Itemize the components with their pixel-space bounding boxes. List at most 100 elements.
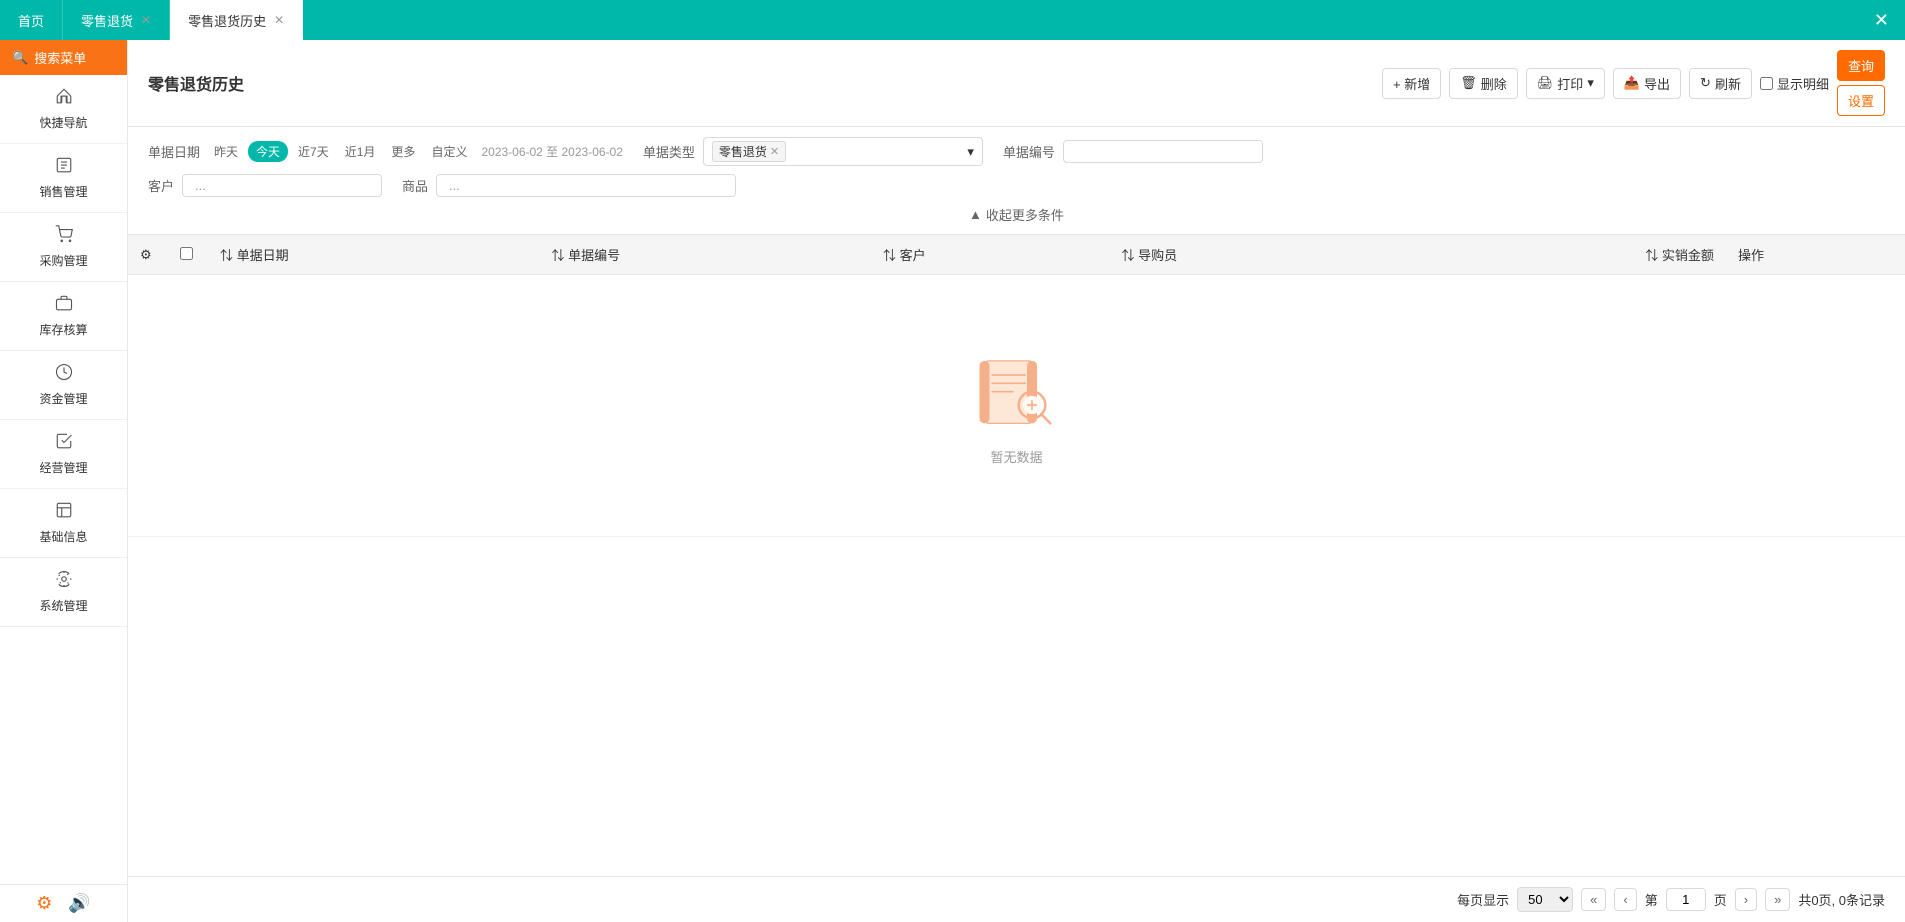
sidebar-item-label: 销售管理 xyxy=(39,183,87,200)
first-page-btn[interactable]: « xyxy=(1581,888,1606,911)
collapse-btn[interactable]: ▲ 收起更多条件 xyxy=(969,205,1064,224)
display-detail-toggle[interactable]: 显示明细 xyxy=(1760,74,1829,93)
refresh-btn[interactable]: ↻ 刷新 xyxy=(1689,68,1752,99)
goods-input[interactable]: ... xyxy=(436,174,736,197)
sidebar-item-label: 快捷导航 xyxy=(39,114,87,131)
stock-icon xyxy=(55,294,73,317)
customer-input[interactable]: ... xyxy=(182,174,382,197)
type-tag-label: 零售退货 xyxy=(719,143,767,160)
top-nav: 首页 零售退货 ✕ 零售退货历史 ✕ ✕ xyxy=(0,0,1905,40)
sidebar-item-operation[interactable]: 经营管理 xyxy=(0,420,127,489)
next-page-btn[interactable]: › xyxy=(1735,888,1757,911)
setting-btn[interactable]: 设置 xyxy=(1837,85,1885,116)
page-word: 第 xyxy=(1645,890,1658,909)
col-date[interactable]: ⇅ 单据日期 xyxy=(208,235,540,275)
tab-home[interactable]: 首页 xyxy=(0,0,63,40)
date-filter-label: 单据日期 xyxy=(148,142,200,161)
col-customer[interactable]: ⇅ 客户 xyxy=(871,235,1109,275)
display-detail-label: 显示明细 xyxy=(1777,74,1829,93)
shortcut-more[interactable]: 更多 xyxy=(385,141,421,162)
type-tag-chip: 零售退货 ✕ xyxy=(712,141,786,162)
date-range-display: 2023-06-02 至 2023-06-02 xyxy=(481,143,622,160)
filter-area: 单据日期 昨天 今天 近7天 近1月 更多 自定义 2023-06-02 至 2… xyxy=(128,127,1905,235)
shortcut-7days[interactable]: 近7天 xyxy=(292,141,335,162)
per-page-select[interactable]: 20 50 100 xyxy=(1517,887,1573,912)
col-action: 操作 xyxy=(1726,235,1905,275)
type-tag-remove[interactable]: ✕ xyxy=(770,145,779,158)
settings-icon[interactable]: ⚙ xyxy=(140,247,152,262)
close-tab-retail-return-history[interactable]: ✕ xyxy=(274,13,284,27)
customer-filter-label: 客户 xyxy=(148,176,174,195)
sidebar-item-base-info[interactable]: 基础信息 xyxy=(0,489,127,558)
layout: 🔍 搜索菜单 快捷导航 销售管理 采购管理 库存核算 xyxy=(0,40,1905,922)
export-btn[interactable]: 📤 导出 xyxy=(1613,68,1681,99)
col-guide[interactable]: ⇅ 导购员 xyxy=(1109,235,1394,275)
sidebar-item-purchase[interactable]: 采购管理 xyxy=(0,213,127,282)
tab-retail-return-history[interactable]: 零售退货历史 ✕ xyxy=(170,0,303,40)
col-amount-label: ⇅ 实销金额 xyxy=(1645,248,1714,263)
sidebar-item-stock[interactable]: 库存核算 xyxy=(0,282,127,351)
goods-ellipsis[interactable]: ... xyxy=(445,178,464,193)
col-guide-label: ⇅ 导购员 xyxy=(1121,248,1177,263)
export-btn-label: 导出 xyxy=(1644,74,1670,93)
customer-ellipsis[interactable]: ... xyxy=(191,178,210,193)
customer-filter: 客户 ... xyxy=(148,174,382,197)
operation-icon xyxy=(55,432,73,455)
page-title: 零售退货历史 xyxy=(148,71,244,95)
sidebar-search[interactable]: 🔍 搜索菜单 xyxy=(0,40,127,75)
sidebar-item-finance[interactable]: 资金管理 xyxy=(0,351,127,420)
shortcut-today[interactable]: 今天 xyxy=(248,141,288,162)
setting-btn-label: 设置 xyxy=(1848,91,1874,110)
new-btn[interactable]: + 新增 xyxy=(1382,68,1441,99)
sidebar-item-label: 基础信息 xyxy=(39,528,87,545)
sidebar-item-label: 系统管理 xyxy=(39,597,87,614)
number-input[interactable] xyxy=(1063,140,1263,163)
refresh-btn-label: 刷新 xyxy=(1715,74,1741,93)
tab-home-label: 首页 xyxy=(18,11,44,30)
col-number[interactable]: ⇅ 单据编号 xyxy=(540,235,872,275)
empty-illustration xyxy=(967,345,1067,435)
close-tab-retail-return[interactable]: ✕ xyxy=(141,13,151,27)
sidebar-item-label: 经营管理 xyxy=(39,459,87,476)
shortcut-custom[interactable]: 自定义 xyxy=(425,141,473,162)
delete-btn[interactable]: 🗑 删除 xyxy=(1449,68,1518,99)
filter-row-2: 客户 ... 商品 ... xyxy=(148,174,1885,197)
filter-row-1: 单据日期 昨天 今天 近7天 近1月 更多 自定义 2023-06-02 至 2… xyxy=(148,137,1885,166)
collapse-row: ▲ 收起更多条件 xyxy=(148,205,1885,224)
window-close-btn[interactable]: ✕ xyxy=(1858,10,1905,31)
finance-icon xyxy=(55,363,73,386)
type-select[interactable]: 零售退货 ✕ ▾ xyxy=(703,137,983,166)
purchase-icon xyxy=(55,225,73,248)
query-btn[interactable]: 查询 xyxy=(1837,50,1885,81)
refresh-icon: ↻ xyxy=(1700,75,1711,91)
col-amount[interactable]: ⇅ 实销金额 xyxy=(1394,235,1726,275)
last-page-btn[interactable]: » xyxy=(1765,888,1790,911)
collapse-up-icon: ▲ xyxy=(969,207,982,222)
main-content: 零售退货历史 + 新增 🗑 删除 🖨 打印 ▾ 📤 导出 xyxy=(128,40,1905,922)
sidebar-item-system[interactable]: 系统管理 xyxy=(0,558,127,627)
page-input[interactable] xyxy=(1666,888,1706,911)
display-detail-checkbox[interactable] xyxy=(1760,77,1773,90)
page-total-label: 页 xyxy=(1714,890,1727,909)
table-header-row: ⚙ ⇅ 单据日期 ⇅ 单据编号 ⇅ 客户 xyxy=(128,235,1905,275)
print-btn[interactable]: 🖨 打印 ▾ xyxy=(1526,68,1605,99)
shortcut-yesterday[interactable]: 昨天 xyxy=(208,141,244,162)
shortcut-1month[interactable]: 近1月 xyxy=(339,141,382,162)
per-page-label: 每页显示 xyxy=(1457,890,1509,909)
base-info-icon xyxy=(55,501,73,524)
sidebar-item-sales[interactable]: 销售管理 xyxy=(0,144,127,213)
col-checkbox[interactable] xyxy=(168,235,208,275)
prev-page-btn[interactable]: ‹ xyxy=(1614,888,1636,911)
col-settings[interactable]: ⚙ xyxy=(128,235,168,275)
delete-icon: 🗑 xyxy=(1460,75,1477,91)
date-filter: 单据日期 昨天 今天 近7天 近1月 更多 自定义 2023-06-02 至 2… xyxy=(148,141,623,162)
select-all-checkbox[interactable] xyxy=(180,247,193,260)
empty-state: 暂无数据 xyxy=(140,285,1893,526)
settings-bottom-icon[interactable]: ⚙ xyxy=(36,893,52,914)
next-page-icon: › xyxy=(1744,892,1748,907)
sidebar-item-quick-nav[interactable]: 快捷导航 xyxy=(0,75,127,144)
data-table: ⚙ ⇅ 单据日期 ⇅ 单据编号 ⇅ 客户 xyxy=(128,235,1905,537)
volume-bottom-icon[interactable]: 🔊 xyxy=(68,893,90,914)
system-icon xyxy=(55,570,73,593)
tab-retail-return[interactable]: 零售退货 ✕ xyxy=(63,0,170,40)
